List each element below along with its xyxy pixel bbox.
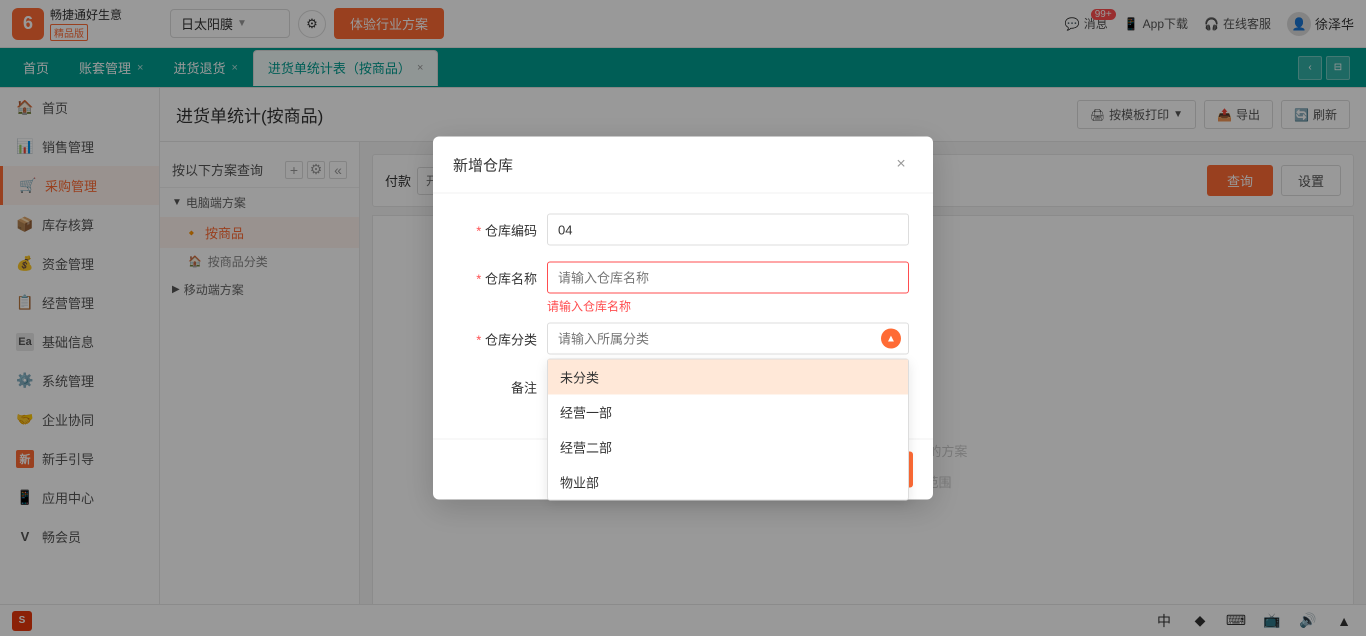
option-uncategorized[interactable]: 未分类 (548, 360, 908, 395)
warehouse-code-field: * 仓库编码 (457, 214, 909, 246)
name-input-wrap (547, 262, 909, 294)
category-label: * 仓库分类 (457, 323, 547, 349)
code-label: * 仓库编码 (457, 214, 547, 240)
option-dept2[interactable]: 经营二部 (548, 430, 908, 465)
name-error-message: 请输入仓库名称 (457, 298, 909, 315)
name-label: * 仓库名称 (457, 262, 547, 288)
category-required-mark: * (476, 333, 481, 348)
code-required-mark: * (476, 224, 481, 239)
modal-title: 新增仓库 (453, 154, 513, 175)
category-dropdown: ▲ 未分类 经营一部 经营二部 物业部 (547, 323, 909, 355)
note-label: 备注 (457, 371, 547, 397)
warehouse-code-input[interactable] (547, 214, 909, 246)
name-required-mark: * (476, 272, 481, 287)
option-dept1[interactable]: 经营一部 (548, 395, 908, 430)
warehouse-name-input[interactable] (547, 262, 909, 294)
modal-body: * 仓库编码 * 仓库名称 请输入仓库名称 * 仓库分类 (433, 194, 933, 439)
warehouse-category-field: * 仓库分类 ▲ 未分类 经营一部 经营二部 (457, 323, 909, 355)
chevron-up-icon: ▲ (886, 333, 896, 344)
option-dept3[interactable]: 物业部 (548, 465, 908, 500)
category-dropdown-list: 未分类 经营一部 经营二部 物业部 (547, 359, 909, 501)
warehouse-name-row: * 仓库名称 请输入仓库名称 (457, 262, 909, 315)
new-warehouse-modal: 新增仓库 × * 仓库编码 * 仓库名称 请输入仓库名称 (433, 137, 933, 500)
modal-close-button[interactable]: × (889, 153, 913, 177)
modal-header: 新增仓库 × (433, 137, 933, 194)
category-input[interactable] (547, 323, 909, 355)
dropdown-arrow-button[interactable]: ▲ (881, 329, 901, 349)
warehouse-name-field: * 仓库名称 (457, 262, 909, 294)
